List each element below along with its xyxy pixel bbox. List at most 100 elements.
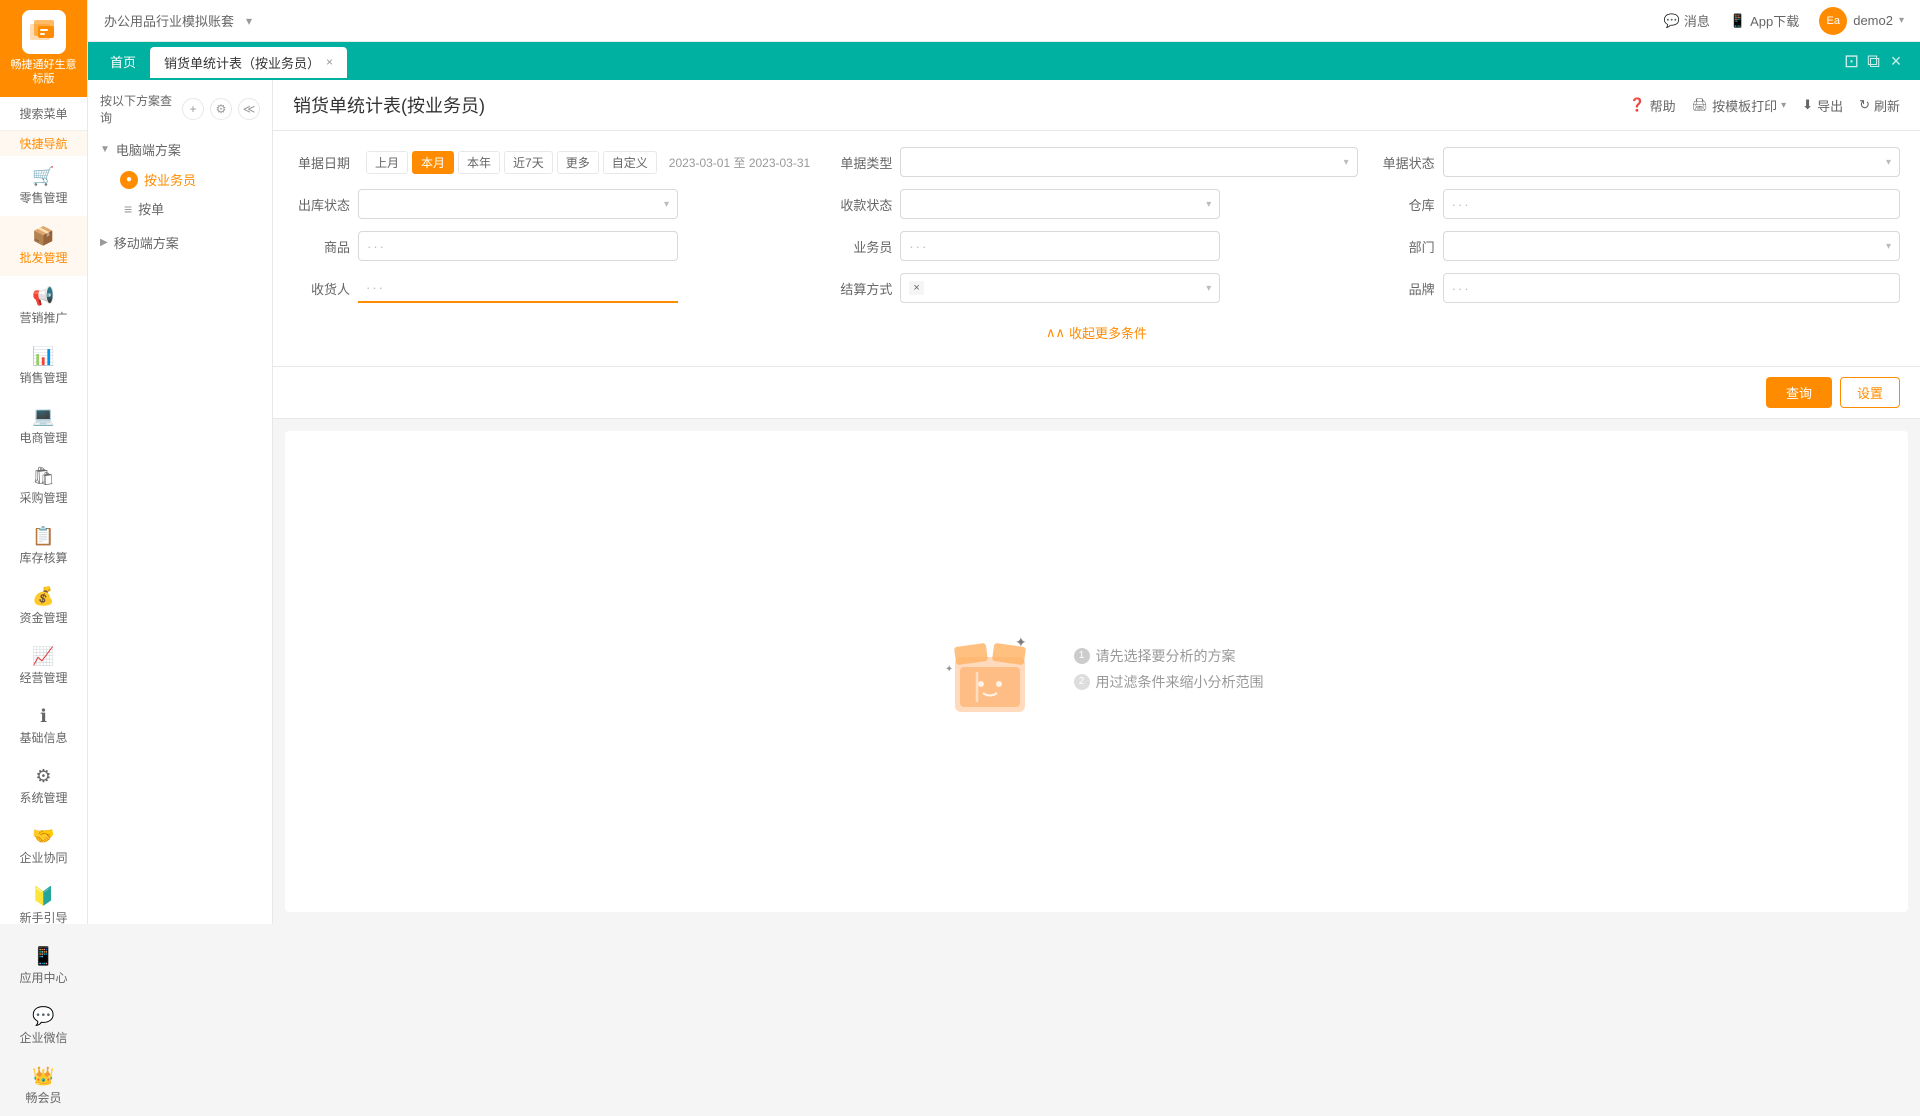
sidebar-item-wechat[interactable]: 💬 企业微信 — [0, 996, 87, 1056]
help-button[interactable]: ❓ 帮助 — [1629, 96, 1675, 115]
query-button[interactable]: 查询 — [1766, 377, 1832, 408]
settings-button[interactable]: 设置 — [1840, 377, 1900, 408]
left-panel-title: 按以下方案查询 — [100, 92, 182, 126]
out-status-input[interactable]: ▾ — [358, 189, 678, 219]
warehouse-input[interactable]: ··· — [1443, 189, 1900, 219]
sidebar: 畅捷通好生意 标版 搜索菜单 快捷导航 🛒 零售管理 📦 批发管理 📢 营销推广… — [0, 0, 88, 924]
header-dropdown[interactable]: ▾ — [246, 14, 252, 28]
sidebar-item-retail[interactable]: 🛒 零售管理 — [0, 156, 87, 216]
filter-item-department: 部门 ▾ — [1378, 231, 1900, 261]
department-input[interactable]: ▾ — [1443, 231, 1900, 261]
avatar-text: Ea — [1826, 15, 1839, 27]
svg-text:✦: ✦ — [945, 664, 953, 675]
department-label: 部门 — [1378, 237, 1443, 256]
settlement-input[interactable]: × ▾ — [900, 273, 1220, 303]
settings-scheme-button[interactable]: ⚙ — [210, 98, 232, 120]
app-download-action[interactable]: 📱 App下载 — [1730, 11, 1799, 30]
tree-child-by-order[interactable]: ≡ 按单 — [120, 194, 260, 223]
sidebar-item-newbie[interactable]: 🔰 新手引导 — [0, 876, 87, 936]
empty-illustration: ✦ ✦ — [930, 612, 1050, 732]
tree-child-salesperson-label: 按业务员 — [144, 170, 196, 189]
help-label: 帮助 — [1650, 96, 1676, 115]
help-icon: ❓ — [1629, 97, 1645, 113]
payment-status-arrow-icon: ▾ — [1206, 199, 1211, 210]
filter-item-goods: 商品 ··· — [293, 231, 815, 261]
template-print-dropdown-icon: ▾ — [1781, 100, 1786, 111]
out-status-arrow-icon: ▾ — [664, 199, 669, 210]
search-menu-item[interactable]: 搜索菜单 — [0, 97, 87, 131]
sidebar-item-finance[interactable]: 💰 资金管理 — [0, 576, 87, 636]
sidebar-item-wholesale[interactable]: 📦 批发管理 — [0, 216, 87, 276]
logo-text: 畅捷通好生意 标版 — [11, 58, 77, 87]
template-print-button[interactable]: 🖨 按模板打印 ▾ — [1692, 96, 1787, 115]
doc-type-label: 单据类型 — [835, 153, 900, 172]
date-btn-more[interactable]: 更多 — [557, 151, 599, 174]
header-left: 办公用品行业模拟账套 ▾ — [104, 11, 252, 30]
export-button[interactable]: ⬇ 导出 — [1802, 96, 1843, 115]
tree-child-order-label: 按单 — [138, 199, 164, 218]
tree-item-mobile[interactable]: ▶ 移动端方案 — [100, 227, 260, 258]
tab-active[interactable]: 销货单统计表（按业务员） × — [150, 47, 347, 78]
left-panel: 按以下方案查询 + ⚙ ≪ ▼ 电脑端方案 ● 按业务员 — [88, 80, 273, 924]
out-status-label: 出库状态 — [293, 195, 358, 214]
empty-content: ✦ ✦ 1 请先选择要分析的方案 2 用过滤条件来缩小分析范围 — [930, 612, 1264, 732]
page-header: 销货单统计表(按业务员) ❓ 帮助 🖨 按模板打印 ▾ ⬇ 导出 — [273, 80, 1920, 131]
header-right: 💬 消息 📱 App下载 Ea demo2 ▾ — [1664, 7, 1904, 35]
salesperson-input[interactable]: ··· — [900, 231, 1220, 261]
doc-type-input[interactable]: ▾ — [900, 147, 1357, 177]
date-range-display: 2023-03-01 至 2023-03-31 — [669, 154, 810, 171]
date-btn-last-month[interactable]: 上月 — [366, 151, 408, 174]
refresh-icon: ↻ — [1859, 97, 1870, 113]
salesperson-label: 业务员 — [835, 237, 900, 256]
svg-text:✦: ✦ — [1015, 634, 1027, 650]
user-action[interactable]: Ea demo2 ▾ — [1819, 7, 1904, 35]
tab-close-button[interactable]: × — [326, 55, 333, 69]
tree-child-by-salesperson[interactable]: ● 按业务员 — [120, 165, 260, 194]
sidebar-item-sales[interactable]: 📊 销售管理 — [0, 336, 87, 396]
sidebar-item-purchase[interactable]: 🛍 采购管理 — [0, 456, 87, 516]
tab-close-all-button[interactable]: × — [1880, 45, 1912, 77]
print-icon: 🖨 — [1692, 97, 1709, 113]
date-btn-this-month[interactable]: 本月 — [412, 151, 454, 174]
tab-expand-button[interactable]: ⊡ — [1844, 51, 1859, 72]
sidebar-item-operations[interactable]: 📈 经营管理 — [0, 636, 87, 696]
settlement-arrow-icon: ▾ — [1206, 283, 1211, 294]
collapse-panel-button[interactable]: ≪ — [238, 98, 260, 120]
receiver-input[interactable]: ··· — [358, 273, 678, 303]
payment-status-input[interactable]: ▾ — [900, 189, 1220, 219]
sidebar-item-inventory[interactable]: 📋 库存核算 — [0, 516, 87, 576]
settlement-tag[interactable]: × — [909, 281, 923, 295]
sidebar-item-app-center[interactable]: 📱 应用中心 — [0, 936, 87, 996]
doc-status-input[interactable]: ▾ — [1443, 147, 1900, 177]
salesperson-dots: ··· — [909, 239, 928, 254]
sidebar-item-vip[interactable]: 👑 畅会员 — [0, 1056, 87, 1116]
action-bar: 查询 设置 — [273, 367, 1920, 419]
sidebar-item-ecommerce[interactable]: 💻 电商管理 — [0, 396, 87, 456]
collapse-more-button[interactable]: ∧∧ 收起更多条件 — [293, 315, 1900, 350]
tree-item-pc-label: 电脑端方案 — [116, 140, 181, 159]
brand-input[interactable]: ··· — [1443, 273, 1900, 303]
sidebar-item-basic-info[interactable]: ℹ 基础信息 — [0, 696, 87, 756]
filter-item-out-status: 出库状态 ▾ — [293, 189, 815, 219]
add-scheme-button[interactable]: + — [182, 98, 204, 120]
user-name: demo2 — [1853, 13, 1893, 28]
doc-type-arrow-icon: ▾ — [1344, 157, 1349, 168]
date-btn-this-year[interactable]: 本年 — [458, 151, 500, 174]
tree-item-pc[interactable]: ▼ 电脑端方案 — [100, 134, 260, 165]
app-download-label: App下载 — [1750, 11, 1799, 30]
sidebar-item-system[interactable]: ⚙ 系统管理 — [0, 756, 87, 816]
quick-nav-item[interactable]: 快捷导航 — [0, 131, 87, 156]
message-action[interactable]: 💬 消息 — [1664, 11, 1710, 30]
tab-window-button[interactable]: ⧉ — [1867, 51, 1880, 72]
filter-row-3: 商品 ··· 业务员 ··· 部门 — [293, 231, 1900, 261]
date-btn-custom[interactable]: 自定义 — [603, 151, 657, 174]
sidebar-item-enterprise[interactable]: 🤝 企业协同 — [0, 816, 87, 876]
date-btn-7days[interactable]: 近7天 — [504, 151, 553, 174]
sidebar-logo[interactable]: 畅捷通好生意 标版 — [0, 0, 87, 97]
filter-item-warehouse: 仓库 ··· — [1378, 189, 1900, 219]
tab-home[interactable]: 首页 — [96, 46, 150, 77]
sidebar-item-marketing[interactable]: 📢 营销推广 — [0, 276, 87, 336]
goods-input[interactable]: ··· — [358, 231, 678, 261]
settlement-label: 结算方式 — [835, 279, 900, 298]
refresh-button[interactable]: ↻ 刷新 — [1859, 96, 1900, 115]
